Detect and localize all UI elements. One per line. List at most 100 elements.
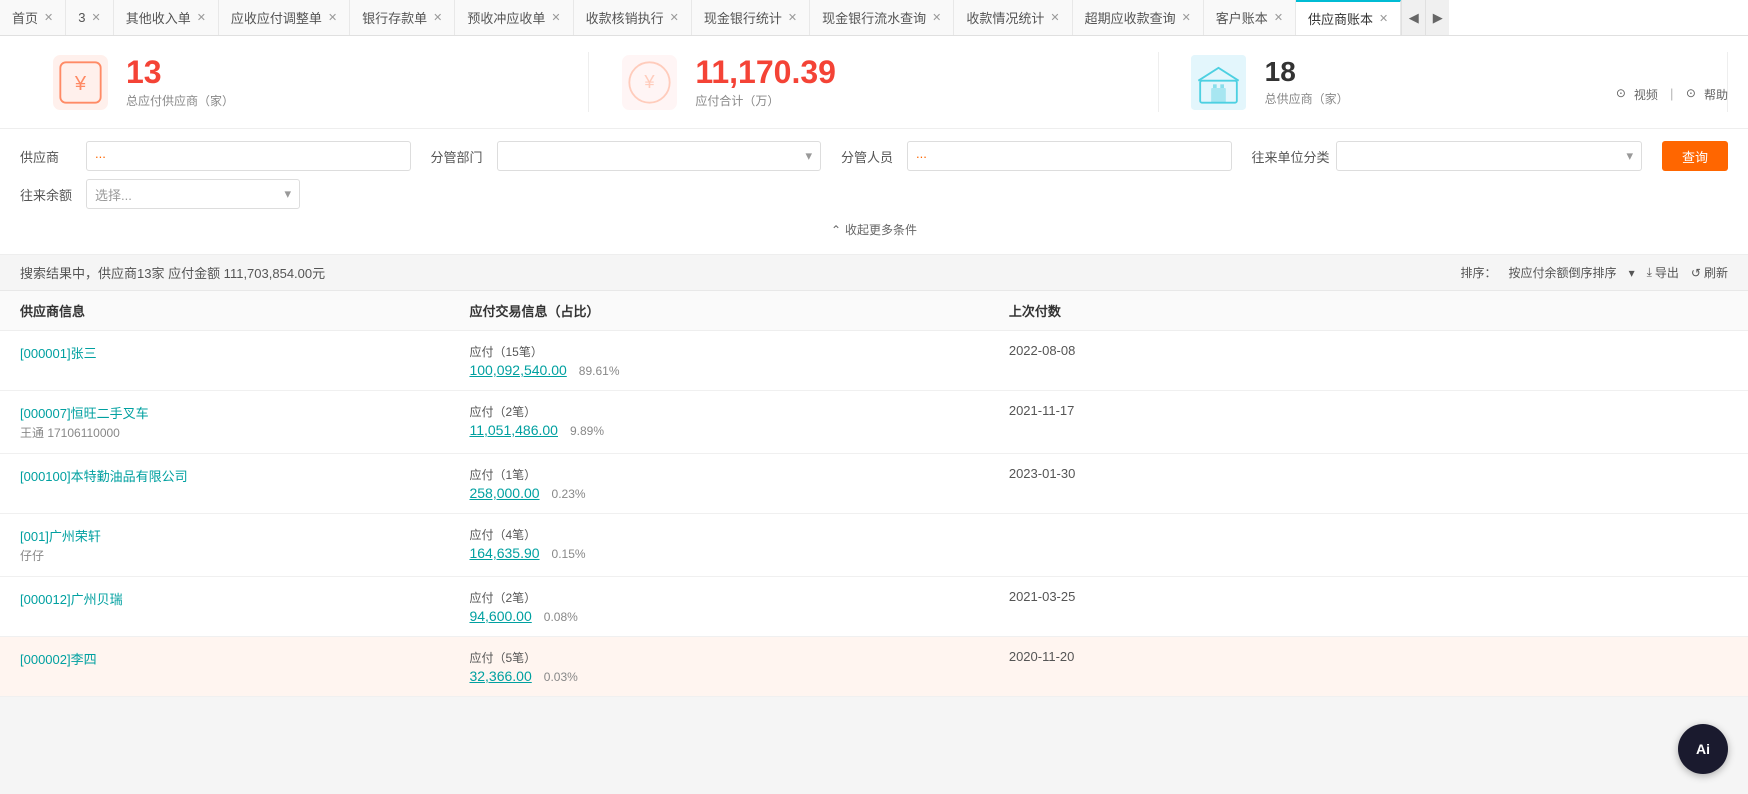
last-pay-date-5: 2021-03-25: [1009, 589, 1076, 604]
refresh-button[interactable]: ↺ 刷新: [1691, 264, 1728, 281]
sort-value[interactable]: 按应付余额倒序排序: [1509, 264, 1617, 281]
balance-select[interactable]: 选择... ▾: [86, 179, 300, 209]
tab-ap-adjust[interactable]: 应收应付调整单 ✕: [219, 0, 350, 36]
tab-customer-account[interactable]: 客户账本 ✕: [1204, 0, 1296, 36]
filter-section: 供应商 ... 分管部门 ▾ 分管人员 ...: [0, 129, 1748, 255]
lastpay-col-3: 2023-01-30: [1009, 466, 1369, 481]
help-label[interactable]: 帮助: [1704, 86, 1728, 103]
tab-close-collection-stats[interactable]: ✕: [1050, 11, 1059, 24]
result-bar-right: 排序： 按应付余额倒序排序 ▾ ⤓ 导出 ↺ 刷新: [1461, 264, 1728, 281]
last-pay-date-6: 2020-11-20: [1009, 649, 1075, 664]
summary-text-total-suppliers: 18 总供应商（家）: [1265, 57, 1349, 107]
export-button[interactable]: ⤓ 导出: [1647, 264, 1679, 281]
video-label[interactable]: 视频: [1634, 86, 1658, 103]
lastpay-col-2: 2021-11-17: [1009, 403, 1369, 418]
payable-amount-4[interactable]: 164,635.90: [469, 545, 539, 561]
tab-advance-collection[interactable]: 预收冲应收单 ✕: [455, 0, 573, 36]
tab-close-cash-bank-stats[interactable]: ✕: [788, 11, 797, 24]
payable-amount-6[interactable]: 32,366.00: [469, 668, 531, 684]
supplier-link-1[interactable]: [000001]张三: [20, 346, 97, 361]
unit-class-select[interactable]: ▾: [1336, 141, 1642, 171]
tab-overdue-collection[interactable]: 超期应收款查询 ✕: [1073, 0, 1204, 36]
tab-home[interactable]: 首页 ✕: [0, 0, 66, 36]
total-suppliers-icon: [1189, 52, 1249, 112]
tab-cash-bank-flow[interactable]: 现金银行流水查询 ✕: [810, 0, 954, 36]
dept-filter-label: 分管部门: [431, 147, 491, 166]
person-input[interactable]: ...: [907, 141, 1232, 171]
payable-amount-1[interactable]: 100,092,540.00: [469, 362, 566, 378]
payable-col-1: 应付（15笔） 100,092,540.00 89.61%: [469, 343, 1008, 378]
tab-close-other-income[interactable]: ✕: [197, 11, 206, 24]
balance-placeholder: 选择...: [95, 185, 132, 204]
tab-navigation[interactable]: 首页 ✕ 3 ✕ 其他收入单 ✕ 应收应付调整单 ✕ 银行存款单 ✕ 预收冲应收…: [0, 0, 1748, 36]
payable-suppliers-label: 总应付供应商（家）: [126, 92, 234, 109]
export-icon: ⤓: [1647, 265, 1652, 280]
last-pay-date-2: 2021-11-17: [1009, 403, 1075, 418]
lastpay-col-5: 2021-03-25: [1009, 589, 1369, 604]
table-row: [001]广州荣轩 仔仔 应付（4笔） 164,635.90 0.15%: [0, 514, 1748, 577]
payable-total-num: 11,170.39: [695, 55, 836, 90]
supplier-col-1: [000001]张三: [20, 343, 469, 362]
collapse-button[interactable]: ⌃ 收起更多条件: [831, 217, 917, 242]
ai-assistant-button[interactable]: Ai: [1678, 724, 1728, 774]
dept-select[interactable]: ▾: [497, 141, 822, 171]
tab-close-collection-verify[interactable]: ✕: [670, 11, 679, 24]
total-suppliers-label: 总供应商（家）: [1265, 90, 1349, 107]
table-row: [000007]恒旺二手叉车 王通 17106110000 应付（2笔） 11,…: [0, 391, 1748, 454]
payable-amount-3[interactable]: 258,000.00: [469, 485, 539, 501]
tab-collection-verify[interactable]: 收款核销执行 ✕: [574, 0, 692, 36]
tab-close-t3[interactable]: ✕: [91, 11, 100, 24]
supplier-sub-2: 王通 17106110000: [20, 424, 469, 441]
table-row: [000002]李四 应付（5笔） 32,366.00 0.03% 2020-1…: [0, 637, 1748, 697]
sort-label: 排序：: [1461, 264, 1497, 281]
tab-supplier-account[interactable]: 供应商账本 ✕: [1296, 0, 1401, 36]
tab-other-income[interactable]: 其他收入单 ✕: [114, 0, 219, 36]
tab-collection-stats[interactable]: 收款情况统计 ✕: [954, 0, 1072, 36]
payable-col-5: 应付（2笔） 94,600.00 0.08%: [469, 589, 1008, 624]
tab-close-supplier-account[interactable]: ✕: [1379, 12, 1388, 25]
tab-close-overdue-collection[interactable]: ✕: [1182, 11, 1191, 24]
table-row: [000100]本特勤油品有限公司 应付（1笔） 258,000.00 0.23…: [0, 454, 1748, 514]
export-label: 导出: [1655, 264, 1679, 281]
table-row: [000001]张三 应付（15笔） 100,092,540.00 89.61%…: [0, 331, 1748, 391]
sort-arrow-icon[interactable]: ▾: [1629, 266, 1635, 280]
supplier-link-6[interactable]: [000002]李四: [20, 652, 97, 667]
header-extra: [1368, 301, 1728, 320]
tab-close-home[interactable]: ✕: [44, 11, 53, 24]
supplier-col-4: [001]广州荣轩 仔仔: [20, 526, 469, 564]
help-icon: ⊙: [1686, 86, 1696, 103]
payable-col-2: 应付（2笔） 11,051,486.00 9.89%: [469, 403, 1008, 438]
supplier-link-2[interactable]: [000007]恒旺二手叉车: [20, 406, 149, 421]
supplier-link-3[interactable]: [000100]本特勤油品有限公司: [20, 469, 188, 484]
tab-cash-bank-stats[interactable]: 现金银行统计 ✕: [692, 0, 810, 36]
header-payable-info: 应付交易信息（占比）: [469, 301, 1008, 320]
tab-close-bank-deposit[interactable]: ✕: [433, 11, 442, 24]
payable-percent-4: 0.15%: [552, 547, 586, 561]
payable-amount-5[interactable]: 94,600.00: [469, 608, 531, 624]
balance-select-arrow: ▾: [284, 186, 291, 202]
supplier-link-4[interactable]: [001]广州荣轩: [20, 529, 101, 544]
payable-amount-2[interactable]: 11,051,486.00: [469, 422, 558, 438]
supplier-col-6: [000002]李四: [20, 649, 469, 668]
tab-close-ap-adjust[interactable]: ✕: [328, 11, 337, 24]
tab-close-cash-bank-flow[interactable]: ✕: [932, 11, 941, 24]
tab-nav-prev[interactable]: ◀: [1401, 0, 1425, 36]
filter-supplier: 供应商 ...: [20, 141, 411, 171]
summary-card-payable-total: ¥ 11,170.39 应付合计（万）: [589, 52, 1158, 112]
tab-close-customer-account[interactable]: ✕: [1274, 11, 1283, 24]
payable-row-3: 258,000.00 0.23%: [469, 485, 1008, 501]
payable-count-6: 应付（5笔）: [469, 649, 1008, 666]
payable-count-2: 应付（2笔）: [469, 403, 1008, 420]
supplier-filter-label: 供应商: [20, 147, 80, 166]
supplier-link-5[interactable]: [000012]广州贝瑞: [20, 592, 123, 607]
tab-close-advance-collection[interactable]: ✕: [551, 11, 560, 24]
tab-bank-deposit[interactable]: 银行存款单 ✕: [350, 0, 455, 36]
supplier-col-3: [000100]本特勤油品有限公司: [20, 466, 469, 485]
last-pay-date-3: 2023-01-30: [1009, 466, 1076, 481]
supplier-input[interactable]: ...: [86, 141, 411, 171]
tab-t3[interactable]: 3 ✕: [66, 0, 113, 36]
tab-nav-next[interactable]: ▶: [1425, 0, 1449, 36]
query-button[interactable]: 查询: [1662, 141, 1728, 171]
result-text: 搜索结果中，供应商13家 应付金额 111,703,854.00元: [20, 263, 325, 282]
lastpay-col-1: 2022-08-08: [1009, 343, 1369, 358]
